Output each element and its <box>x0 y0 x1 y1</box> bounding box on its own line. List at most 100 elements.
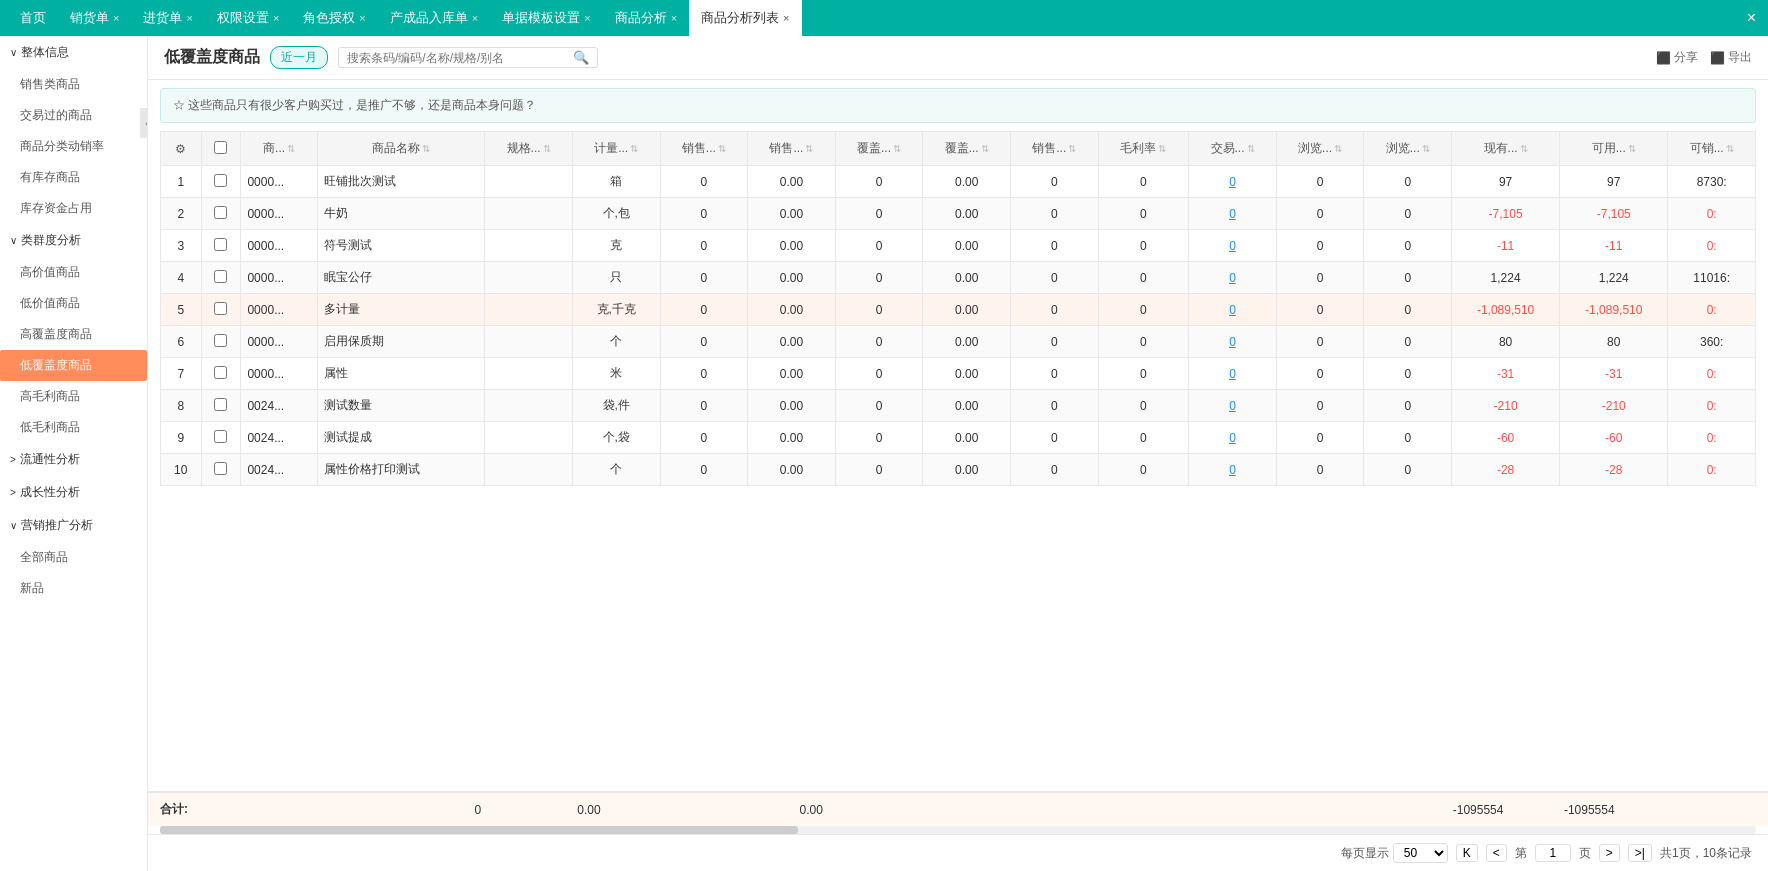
next-page-btn[interactable]: > <box>1599 844 1620 862</box>
row-trade[interactable]: 0 <box>1189 262 1277 294</box>
sidebar-collapse-btn[interactable]: « <box>140 108 148 138</box>
nav-product-warehousing[interactable]: 产成品入库单 × <box>378 0 490 36</box>
row-checkbox[interactable] <box>201 422 241 454</box>
sidebar-item-all-goods[interactable]: 全部商品 <box>0 542 147 573</box>
col-cover1[interactable]: 覆盖...⇅ <box>835 132 923 166</box>
sidebar-item-inventory-capital[interactable]: 库存资金占用 <box>0 193 147 224</box>
sidebar-item-stocked-goods[interactable]: 有库存商品 <box>0 162 147 193</box>
row-checkbox[interactable] <box>201 390 241 422</box>
sidebar-section-marketing[interactable]: ∨ 营销推广分析 <box>0 509 147 542</box>
row-checkbox[interactable] <box>201 294 241 326</box>
sidebar-item-traded-goods[interactable]: 交易过的商品 <box>0 100 147 131</box>
nav-close-product-analysis[interactable]: × <box>671 12 677 24</box>
prev-page-btn[interactable]: < <box>1486 844 1507 862</box>
col-current[interactable]: 现有...⇅ <box>1452 132 1560 166</box>
row-checkbox[interactable] <box>201 262 241 294</box>
row-select-checkbox[interactable] <box>214 366 227 379</box>
row-trade[interactable]: 0 <box>1189 454 1277 486</box>
row-trade[interactable]: 0 <box>1189 390 1277 422</box>
sidebar-section-cluster[interactable]: ∨ 类群度分析 <box>0 224 147 257</box>
horizontal-scrollbar[interactable] <box>160 826 1756 834</box>
sidebar-item-high-margin[interactable]: 高毛利商品 <box>0 381 147 412</box>
nav-product-analysis[interactable]: 商品分析 × <box>603 0 689 36</box>
row-select-checkbox[interactable] <box>214 302 227 315</box>
first-page-btn[interactable]: K <box>1456 844 1478 862</box>
sidebar-item-sales-goods[interactable]: 销售类商品 <box>0 69 147 100</box>
col-available[interactable]: 可用...⇅ <box>1560 132 1668 166</box>
sidebar-item-new-goods[interactable]: 新品 <box>0 573 147 604</box>
col-browse1[interactable]: 浏览...⇅ <box>1276 132 1364 166</box>
col-unit[interactable]: 计量...⇅ <box>572 132 660 166</box>
row-trade[interactable]: 0 <box>1189 230 1277 262</box>
nav-close-all[interactable]: × <box>1747 9 1756 27</box>
nav-close-role[interactable]: × <box>359 12 365 24</box>
nav-close-product-warehousing[interactable]: × <box>472 12 478 24</box>
sidebar-section-overall[interactable]: ∨ 整体信息 <box>0 36 147 69</box>
col-sales3[interactable]: 销售...⇅ <box>1010 132 1098 166</box>
nav-home[interactable]: 首页 <box>8 0 58 36</box>
sidebar-section-liquidity[interactable]: > 流通性分析 <box>0 443 147 476</box>
row-select-checkbox[interactable] <box>214 238 227 251</box>
last-page-btn[interactable]: >| <box>1628 844 1652 862</box>
col-sellable[interactable]: 可销...⇅ <box>1668 132 1756 166</box>
row-checkbox[interactable] <box>201 326 241 358</box>
col-cover2[interactable]: 覆盖...⇅ <box>923 132 1011 166</box>
export-button[interactable]: ⬛ 导出 <box>1710 49 1752 66</box>
row-trade[interactable]: 0 <box>1189 326 1277 358</box>
col-sales2[interactable]: 销售...⇅ <box>748 132 836 166</box>
sidebar-item-high-coverage[interactable]: 高覆盖度商品 <box>0 319 147 350</box>
nav-template-settings[interactable]: 单据模板设置 × <box>490 0 602 36</box>
row-select-checkbox[interactable] <box>214 334 227 347</box>
nav-close-sales[interactable]: × <box>113 12 119 24</box>
col-spec[interactable]: 规格...⇅ <box>485 132 573 166</box>
row-trade[interactable]: 0 <box>1189 166 1277 198</box>
search-icon[interactable]: 🔍 <box>573 50 589 65</box>
col-gross-rate[interactable]: 毛利率⇅ <box>1098 132 1189 166</box>
row-name: 启用保质期 <box>317 326 484 358</box>
select-all-checkbox[interactable] <box>214 141 227 154</box>
col-trade[interactable]: 交易...⇅ <box>1189 132 1277 166</box>
nav-analysis-list[interactable]: 商品分析列表 × <box>689 0 801 36</box>
row-select-checkbox[interactable] <box>214 174 227 187</box>
row-select-checkbox[interactable] <box>214 430 227 443</box>
nav-close-template[interactable]: × <box>584 12 590 24</box>
col-settings[interactable]: ⚙ <box>161 132 202 166</box>
period-button[interactable]: 近一月 <box>270 46 328 69</box>
row-unit: 个,包 <box>572 198 660 230</box>
row-checkbox[interactable] <box>201 198 241 230</box>
col-sales1[interactable]: 销售...⇅ <box>660 132 748 166</box>
row-trade[interactable]: 0 <box>1189 422 1277 454</box>
page-size-select[interactable]: 50 100 <box>1393 843 1448 863</box>
nav-close-purchase[interactable]: × <box>186 12 192 24</box>
row-trade[interactable]: 0 <box>1189 198 1277 230</box>
sidebar-item-category-rate[interactable]: 商品分类动销率 <box>0 131 147 162</box>
nav-permission[interactable]: 权限设置 × <box>205 0 291 36</box>
row-checkbox[interactable] <box>201 454 241 486</box>
row-select-checkbox[interactable] <box>214 270 227 283</box>
share-button[interactable]: ⬛ 分享 <box>1656 49 1698 66</box>
row-checkbox[interactable] <box>201 358 241 390</box>
nav-close-analysis-list[interactable]: × <box>783 12 789 24</box>
row-select-checkbox[interactable] <box>214 398 227 411</box>
row-trade[interactable]: 0 <box>1189 294 1277 326</box>
col-code[interactable]: 商...⇅ <box>241 132 317 166</box>
page-number-input[interactable] <box>1535 844 1571 862</box>
row-trade[interactable]: 0 <box>1189 358 1277 390</box>
nav-close-permission[interactable]: × <box>273 12 279 24</box>
row-select-checkbox[interactable] <box>214 206 227 219</box>
sidebar-item-low-coverage[interactable]: 低覆盖度商品 <box>0 350 147 381</box>
col-browse2[interactable]: 浏览...⇅ <box>1364 132 1452 166</box>
sidebar-item-low-value[interactable]: 低价值商品 <box>0 288 147 319</box>
row-checkbox[interactable] <box>201 230 241 262</box>
search-input[interactable] <box>347 51 573 65</box>
nav-sales[interactable]: 销货单 × <box>58 0 131 36</box>
col-checkbox[interactable] <box>201 132 241 166</box>
nav-role[interactable]: 角色授权 × <box>291 0 377 36</box>
sidebar-section-growth[interactable]: > 成长性分析 <box>0 476 147 509</box>
col-name[interactable]: 商品名称⇅ <box>317 132 484 166</box>
row-select-checkbox[interactable] <box>214 462 227 475</box>
row-checkbox[interactable] <box>201 166 241 198</box>
sidebar-item-high-value[interactable]: 高价值商品 <box>0 257 147 288</box>
nav-purchase[interactable]: 进货单 × <box>131 0 204 36</box>
sidebar-item-low-margin[interactable]: 低毛利商品 <box>0 412 147 443</box>
